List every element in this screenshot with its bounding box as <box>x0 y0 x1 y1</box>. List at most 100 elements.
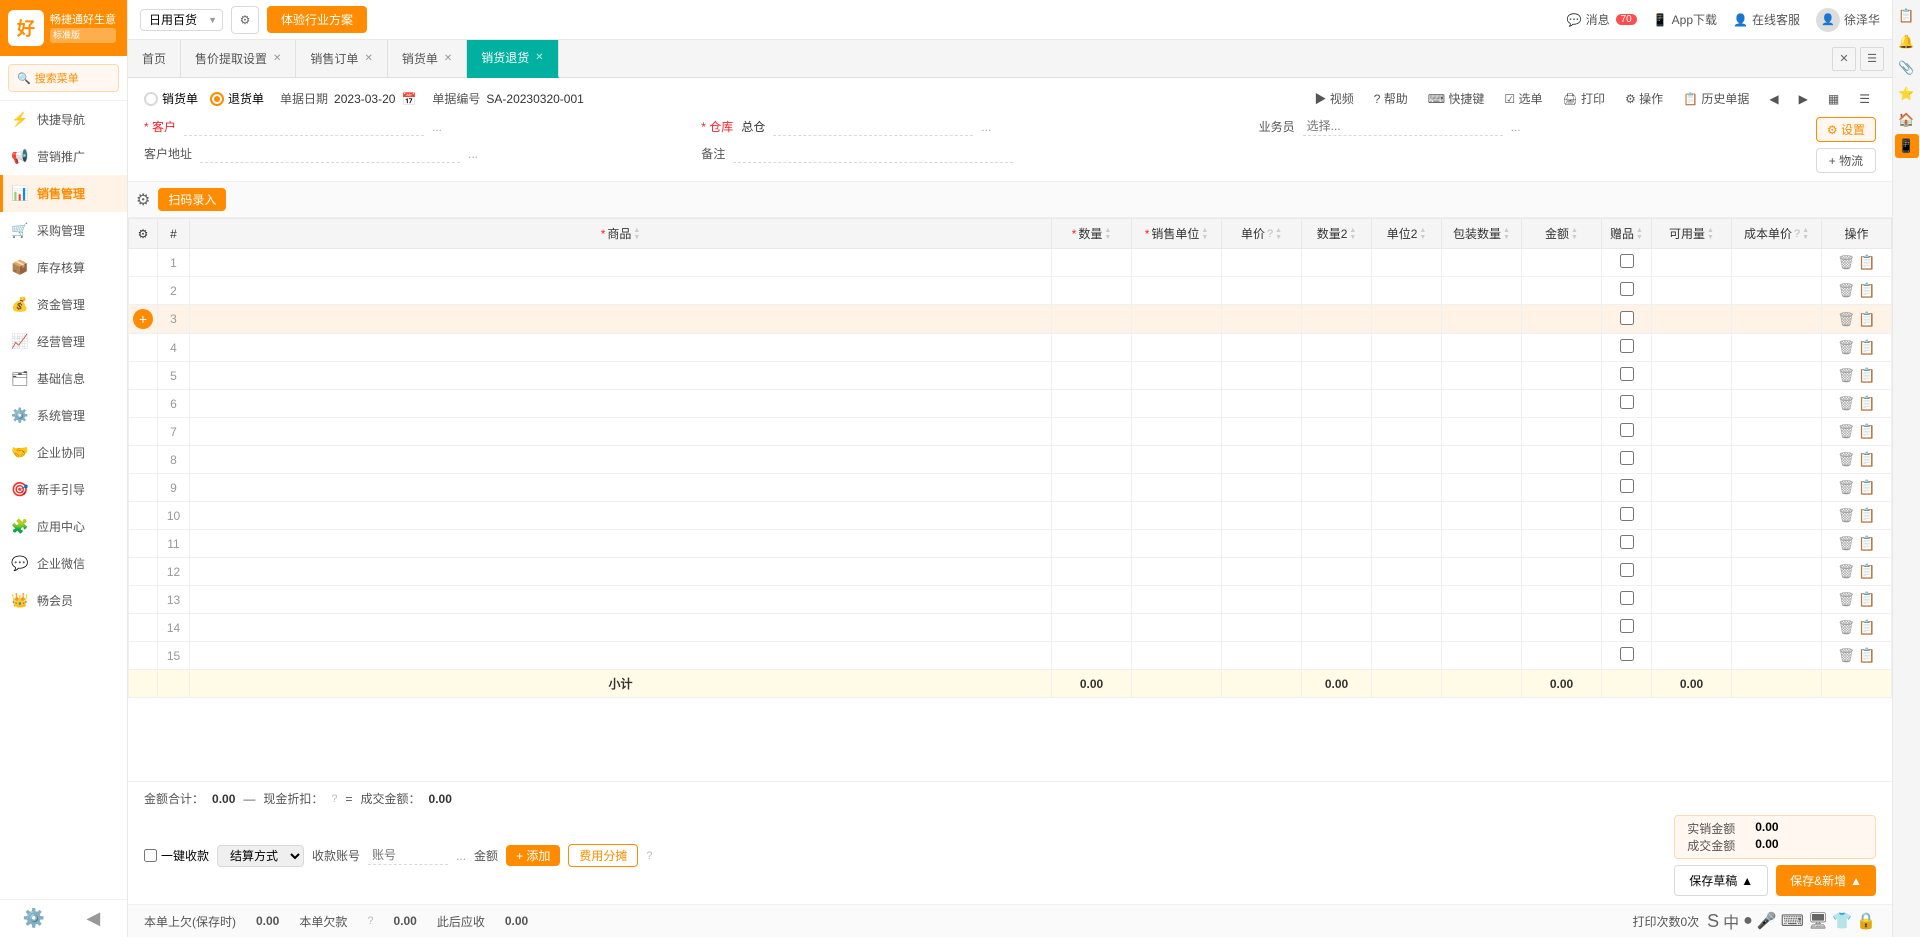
row-cost-price-cell[interactable] <box>1732 334 1822 362</box>
row-product-cell[interactable] <box>190 446 1052 474</box>
copy-row-icon[interactable]: 📋 <box>1858 367 1875 383</box>
tab-price-close[interactable]: ✕ <box>273 53 281 64</box>
history-btn[interactable]: 📋 历史单据 <box>1677 88 1755 109</box>
add-row-button[interactable]: + <box>133 309 153 329</box>
row-quantity-cell[interactable] <box>1052 305 1132 334</box>
delete-row-icon[interactable]: 🗑 <box>1837 479 1855 495</box>
row-sales-unit-cell[interactable] <box>1132 249 1222 277</box>
row-available-cell[interactable] <box>1652 418 1732 446</box>
status-icon7[interactable]: 👕 <box>1832 911 1852 931</box>
row-quantity2-cell[interactable] <box>1302 249 1372 277</box>
row-sales-unit-cell[interactable] <box>1132 277 1222 305</box>
row-quantity2-cell[interactable] <box>1302 530 1372 558</box>
delete-row-icon[interactable]: 🗑 <box>1837 451 1855 467</box>
sidebar-item-shortcut[interactable]: ⚡ 快捷导航 <box>0 101 127 138</box>
gift-checkbox[interactable] <box>1620 423 1634 437</box>
row-available-cell[interactable] <box>1652 277 1732 305</box>
copy-row-icon[interactable]: 📋 <box>1858 311 1875 327</box>
tab-home[interactable]: 首页 <box>128 40 181 78</box>
row-unit2-cell[interactable] <box>1372 502 1442 530</box>
delete-row-icon[interactable]: 🗑 <box>1837 395 1855 411</box>
row-quantity2-cell[interactable] <box>1302 586 1372 614</box>
row-cost-price-cell[interactable] <box>1732 586 1822 614</box>
sidebar-item-marketing[interactable]: 📢 营销推广 <box>0 138 127 175</box>
row-quantity2-cell[interactable] <box>1302 390 1372 418</box>
product-input[interactable] <box>194 312 1047 326</box>
row-quantity-cell[interactable] <box>1052 446 1132 474</box>
sidebar-item-wechat[interactable]: 💬 企业微信 <box>0 545 127 582</box>
row-quantity-cell[interactable] <box>1052 502 1132 530</box>
status-icon2[interactable]: 中 <box>1723 909 1739 933</box>
next-doc-btn[interactable]: ▶ <box>1793 90 1814 108</box>
row-cost-price-cell[interactable] <box>1732 418 1822 446</box>
copy-row-icon[interactable]: 📋 <box>1858 647 1875 663</box>
status-icon3[interactable]: ● <box>1743 912 1753 930</box>
print-btn[interactable]: 🖨 打印 <box>1556 88 1611 109</box>
row-sales-unit-cell[interactable] <box>1132 586 1222 614</box>
operation-btn[interactable]: ⚙ 操作 <box>1619 88 1669 109</box>
status-icon5[interactable]: ⌨ <box>1781 911 1804 931</box>
settings-button[interactable]: ⚙ 设置 <box>1816 117 1876 142</box>
row-quantity2-cell[interactable] <box>1302 642 1372 670</box>
grid-view-btn[interactable]: ▦ <box>1822 90 1845 108</box>
one-click-pay-checkbox[interactable] <box>144 849 157 862</box>
notification-group[interactable]: 💬 消息 70 <box>1567 11 1637 28</box>
row-available-cell[interactable] <box>1652 586 1732 614</box>
gift-checkbox[interactable] <box>1620 535 1634 549</box>
copy-row-icon[interactable]: 📋 <box>1858 619 1875 635</box>
search-menu-button[interactable]: 🔍 搜索菜单 <box>8 64 119 92</box>
row-quantity-cell[interactable] <box>1052 418 1132 446</box>
tab-menu-button[interactable]: ☰ <box>1860 47 1884 71</box>
row-unit2-cell[interactable] <box>1372 334 1442 362</box>
row-amount-cell[interactable] <box>1522 614 1602 642</box>
row-pack-qty-cell[interactable] <box>1442 502 1522 530</box>
row-quantity2-cell[interactable] <box>1302 362 1372 390</box>
row-quantity-cell[interactable] <box>1052 558 1132 586</box>
row-pack-qty-cell[interactable] <box>1442 418 1522 446</box>
row-unit-price-cell[interactable] <box>1222 334 1302 362</box>
row-available-cell[interactable] <box>1652 614 1732 642</box>
sidebar-item-vip[interactable]: 👑 畅会员 <box>0 582 127 619</box>
gift-checkbox[interactable] <box>1620 311 1634 325</box>
row-available-cell[interactable] <box>1652 558 1732 586</box>
row-gift-cell[interactable] <box>1602 249 1652 277</box>
gift-checkbox[interactable] <box>1620 563 1634 577</box>
table-wrap[interactable]: ⚙ # *商品 ▲▼ *数量 ▲▼ <box>128 218 1892 781</box>
salesperson-input[interactable] <box>1303 117 1503 136</box>
row-pack-qty-cell[interactable] <box>1442 390 1522 418</box>
industry-select[interactable]: 日用百货 <box>140 9 223 31</box>
row-pack-qty-cell[interactable] <box>1442 586 1522 614</box>
row-unit2-cell[interactable] <box>1372 305 1442 334</box>
row-available-cell[interactable] <box>1652 390 1732 418</box>
row-quantity2-cell[interactable] <box>1302 474 1372 502</box>
tab-sales-order[interactable]: 销售订单 ✕ <box>296 40 387 78</box>
row-quantity2-cell[interactable] <box>1302 502 1372 530</box>
sidebar-item-base[interactable]: 🗂 基础信息 <box>0 360 127 397</box>
copy-row-icon[interactable]: 📋 <box>1858 591 1875 607</box>
user-profile-group[interactable]: 👤 徐泽华 <box>1816 8 1880 32</box>
topbar-gear-icon[interactable]: ⚙ <box>231 6 259 34</box>
sidebar-item-inventory[interactable]: 📦 库存核算 <box>0 249 127 286</box>
row-quantity-cell[interactable] <box>1052 362 1132 390</box>
status-icon6[interactable]: 🖥 <box>1808 911 1828 931</box>
account-dots[interactable]: ... <box>456 849 466 863</box>
row-gift-cell[interactable] <box>1602 362 1652 390</box>
row-product-cell[interactable] <box>190 558 1052 586</box>
row-product-cell[interactable] <box>190 474 1052 502</box>
row-product-cell[interactable] <box>190 642 1052 670</box>
row-unit-price-cell[interactable] <box>1222 277 1302 305</box>
row-cost-price-cell[interactable] <box>1732 614 1822 642</box>
gift-checkbox[interactable] <box>1620 367 1634 381</box>
select-btn[interactable]: ☑ 选单 <box>1498 88 1548 109</box>
row-amount-cell[interactable] <box>1522 586 1602 614</box>
copy-row-icon[interactable]: 📋 <box>1858 535 1875 551</box>
sidebar-item-purchase[interactable]: 🛒 采购管理 <box>0 212 127 249</box>
row-sales-unit-cell[interactable] <box>1132 362 1222 390</box>
row-gift-cell[interactable] <box>1602 418 1652 446</box>
row-sales-unit-cell[interactable] <box>1132 530 1222 558</box>
row-sales-unit-cell[interactable] <box>1132 614 1222 642</box>
right-sidebar-bell[interactable]: 🔔 <box>1895 30 1919 54</box>
row-gift-cell[interactable] <box>1602 502 1652 530</box>
row-quantity2-cell[interactable] <box>1302 334 1372 362</box>
add-payment-button[interactable]: + 添加 <box>506 845 560 866</box>
